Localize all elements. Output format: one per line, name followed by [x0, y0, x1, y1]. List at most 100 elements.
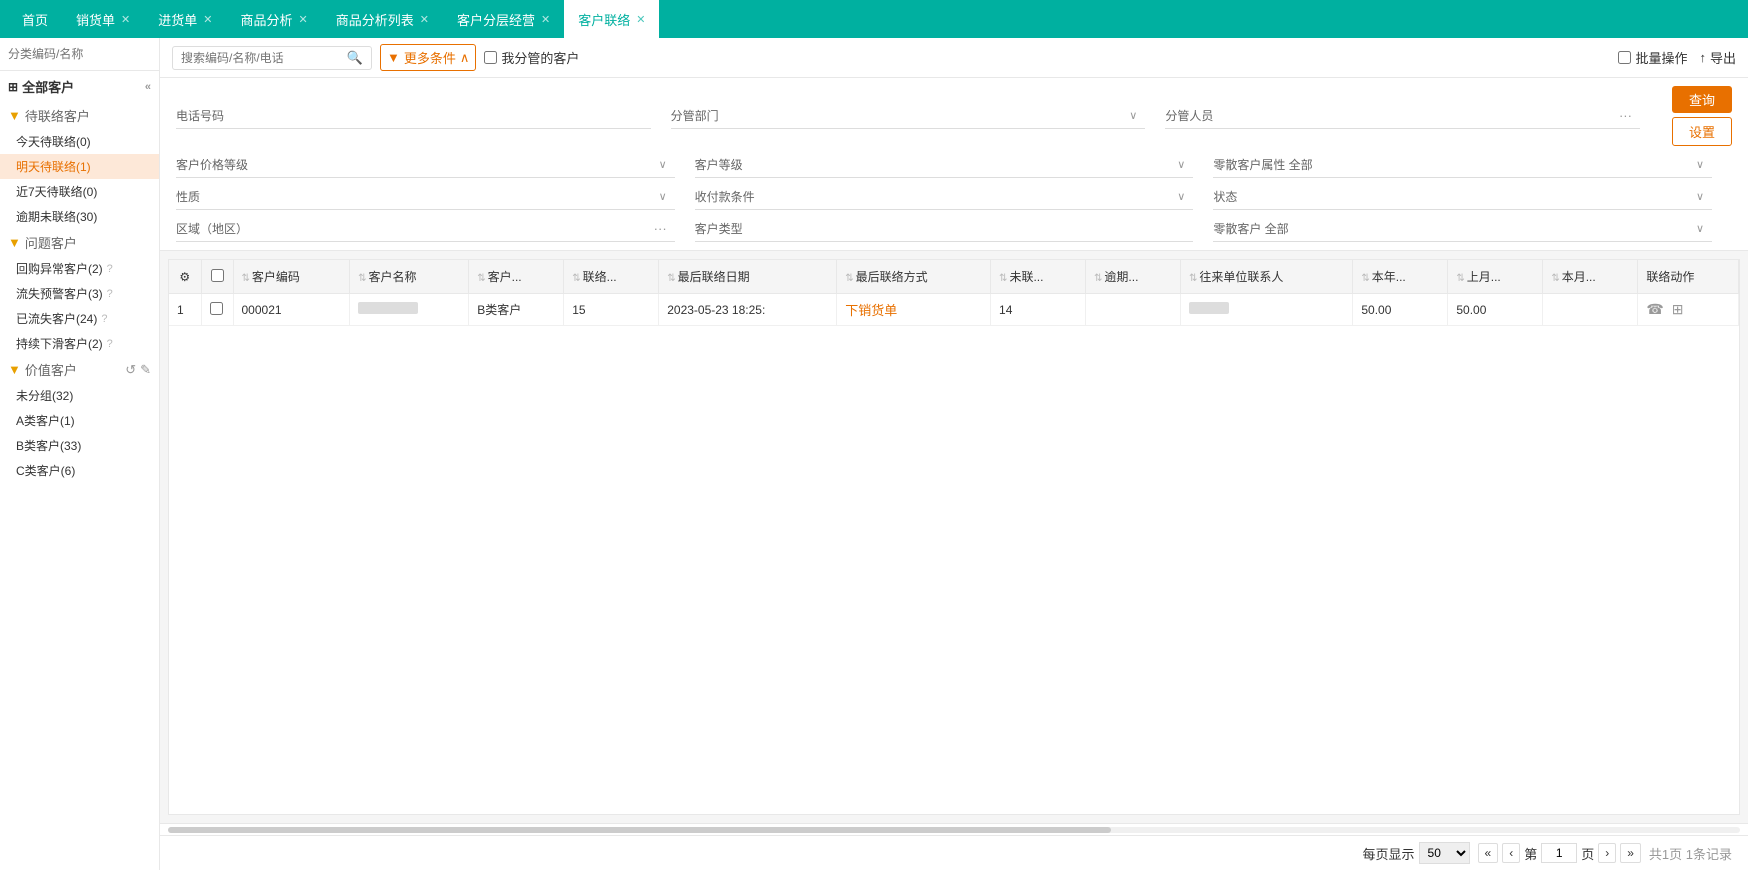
my-customer-checkbox[interactable] — [484, 51, 497, 64]
th-last-contact-method: ⇅最后联络方式 — [837, 260, 991, 294]
first-page-button[interactable]: « — [1478, 843, 1499, 863]
my-customer-toggle[interactable]: 我分管的客户 — [484, 48, 579, 67]
nav-item-sales[interactable]: 销货单 ✕ — [62, 0, 144, 38]
close-sales-icon[interactable]: ✕ — [121, 13, 130, 26]
my-customer-label: 我分管的客户 — [501, 48, 579, 67]
th-settings[interactable]: ⚙ — [169, 260, 201, 294]
filter-region-label: 区域（地区） — [176, 220, 248, 237]
help-churning-icon: ? — [107, 288, 113, 300]
query-button[interactable]: 查询 — [1672, 86, 1732, 113]
sidebar: 🔍 ⊞ 全部客户 « ▼ 待联络客户 今天待联络(0) 明天待联络(1) 近7天… — [0, 38, 160, 870]
filter-panel: 电话号码 分管部门 ∨ 分管人员 ··· 查询 — [160, 78, 1748, 251]
filter-customer-grade-arrow-icon[interactable]: ∨ — [1177, 158, 1185, 171]
th-this-year: ⇅本年... — [1353, 260, 1448, 294]
sidebar-item-overdue[interactable]: 逾期未联络(30) — [0, 204, 159, 229]
nav-item-customer-tier[interactable]: 客户分层经营 ✕ — [443, 0, 564, 38]
close-analysis-icon[interactable]: ✕ — [299, 13, 308, 26]
sidebar-item-class-c[interactable]: C类客户(6) — [0, 458, 159, 483]
horizontal-scrollbar[interactable] — [160, 823, 1748, 835]
pending-tri-icon: ▼ — [8, 108, 21, 123]
filter-retail-arrow-icon[interactable]: ∨ — [1696, 222, 1704, 235]
batch-checkbox[interactable] — [1618, 51, 1631, 64]
name-masked — [358, 302, 418, 314]
sort-date-icon[interactable]: ⇅ — [667, 273, 675, 284]
sort-last-month-icon[interactable]: ⇅ — [1456, 273, 1464, 284]
sort-type-icon[interactable]: ⇅ — [477, 273, 485, 284]
filter-retail-attr-arrow-icon[interactable]: ∨ — [1696, 158, 1704, 171]
th-last-month: ⇅上月... — [1448, 260, 1543, 294]
collapse-icon[interactable]: « — [145, 81, 151, 93]
row-checkbox[interactable] — [210, 302, 223, 315]
sidebar-item-abnormal[interactable]: 回购异常客户(2) ? — [0, 256, 159, 281]
sort-method-icon[interactable]: ⇅ — [845, 273, 853, 284]
nav-item-analysis[interactable]: 商品分析 ✕ — [226, 0, 321, 38]
sort-code-icon[interactable]: ⇅ — [242, 273, 250, 284]
sidebar-item-tomorrow[interactable]: 明天待联络(1) — [0, 154, 159, 179]
filter-button[interactable]: ▼ 更多条件 ∧ — [380, 44, 476, 71]
sort-year-icon[interactable]: ⇅ — [1361, 273, 1369, 284]
sidebar-item-ungrouped[interactable]: 未分组(32) — [0, 383, 159, 408]
filter-region-dots-icon[interactable]: ··· — [654, 221, 667, 236]
sidebar-search-container: 🔍 — [0, 38, 159, 71]
export-button[interactable]: ↑ 导出 — [1699, 48, 1736, 67]
filter-payment-arrow-icon[interactable]: ∨ — [1177, 190, 1185, 203]
sort-month-icon[interactable]: ⇅ — [1551, 273, 1559, 284]
sidebar-item-churned[interactable]: 已流失客户(24) ? — [0, 306, 159, 331]
search-icon[interactable]: 🔍 — [347, 50, 363, 66]
filter-nature-arrow-icon[interactable]: ∨ — [659, 190, 667, 203]
sidebar-item-class-a[interactable]: A类客户(1) — [0, 408, 159, 433]
sidebar-item-7days[interactable]: 近7天待联络(0) — [0, 179, 159, 204]
per-page-select[interactable]: 50 100 200 — [1419, 842, 1470, 864]
sidebar-item-churning[interactable]: 流失预警客户(3) ? — [0, 281, 159, 306]
filter-dept-arrow-icon[interactable]: ∨ — [1129, 109, 1137, 122]
filter-price-grade-arrow-icon[interactable]: ∨ — [659, 158, 667, 171]
export-label: 导出 — [1710, 48, 1736, 67]
filter-arrow-icon: ∧ — [460, 50, 470, 66]
close-customer-contact-icon[interactable]: ✕ — [636, 13, 645, 26]
close-customer-tier-icon[interactable]: ✕ — [541, 13, 550, 26]
last-page-button[interactable]: » — [1620, 843, 1641, 863]
td-this-year: 50.00 — [1353, 294, 1448, 326]
filter-status-arrow-icon[interactable]: ∨ — [1696, 190, 1704, 203]
sort-person-icon[interactable]: ⇅ — [1189, 273, 1197, 284]
reset-button[interactable]: 设置 — [1672, 117, 1732, 146]
sidebar-item-class-b[interactable]: B类客户(33) — [0, 433, 159, 458]
filter-row-1: 电话号码 分管部门 ∨ 分管人员 ··· 查询 — [176, 86, 1732, 146]
nav-item-customer-contact[interactable]: 客户联络 ✕ — [564, 0, 659, 38]
nav-item-home[interactable]: 首页 — [8, 0, 62, 38]
nav-item-purchase[interactable]: 进货单 ✕ — [144, 0, 226, 38]
td-code: 000021 — [233, 294, 350, 326]
sort-contact-icon[interactable]: ⇅ — [572, 273, 580, 284]
close-analysis-list-icon[interactable]: ✕ — [420, 13, 429, 26]
th-name: ⇅客户名称 — [350, 260, 469, 294]
td-contact-person — [1181, 294, 1353, 326]
scrollbar-thumb[interactable] — [168, 827, 1111, 833]
next-page-button[interactable]: › — [1598, 843, 1616, 863]
edit-value-icon[interactable]: ✎ — [140, 362, 151, 378]
search-input[interactable] — [181, 51, 347, 65]
action-icons-container: ☎ ⊞ — [1646, 301, 1730, 318]
page-number-input[interactable] — [1541, 843, 1577, 863]
sidebar-item-today[interactable]: 今天待联络(0) — [0, 129, 159, 154]
grid-action-icon[interactable]: ⊞ — [1672, 301, 1684, 318]
filter-nature-label: 性质 — [176, 188, 236, 205]
sort-uncontacted-icon[interactable]: ⇅ — [999, 273, 1007, 284]
filter-person-dots-icon[interactable]: ··· — [1619, 108, 1632, 123]
prev-page-button[interactable]: ‹ — [1502, 843, 1520, 863]
select-all-checkbox[interactable] — [211, 269, 224, 282]
phone-action-icon[interactable]: ☎ — [1646, 301, 1663, 318]
sort-name-icon[interactable]: ⇅ — [358, 273, 366, 284]
sort-overdue-icon[interactable]: ⇅ — [1094, 273, 1102, 284]
refresh-value-icon[interactable]: ↺ — [125, 362, 136, 378]
last-contact-method-link[interactable]: 下销货单 — [845, 303, 897, 318]
sidebar-search-input[interactable] — [8, 47, 160, 61]
sidebar-item-declining[interactable]: 持续下滑客户(2) ? — [0, 331, 159, 356]
nav-item-analysis-list[interactable]: 商品分析列表 ✕ — [322, 0, 443, 38]
pending-contact-section: ▼ 待联络客户 — [0, 102, 159, 129]
all-customers-header[interactable]: ⊞ 全部客户 « — [0, 71, 159, 102]
customer-table-container: ⚙ ⇅客户编码 ⇅客户名称 ⇅客户... ⇅联络... ⇅最后联络日期 ⇅最后联… — [168, 259, 1740, 815]
close-purchase-icon[interactable]: ✕ — [203, 13, 212, 26]
batch-operations-button[interactable]: 批量操作 — [1618, 48, 1687, 67]
problem-customer-section: ▼ 问题客户 — [0, 229, 159, 256]
th-checkbox — [201, 260, 233, 294]
